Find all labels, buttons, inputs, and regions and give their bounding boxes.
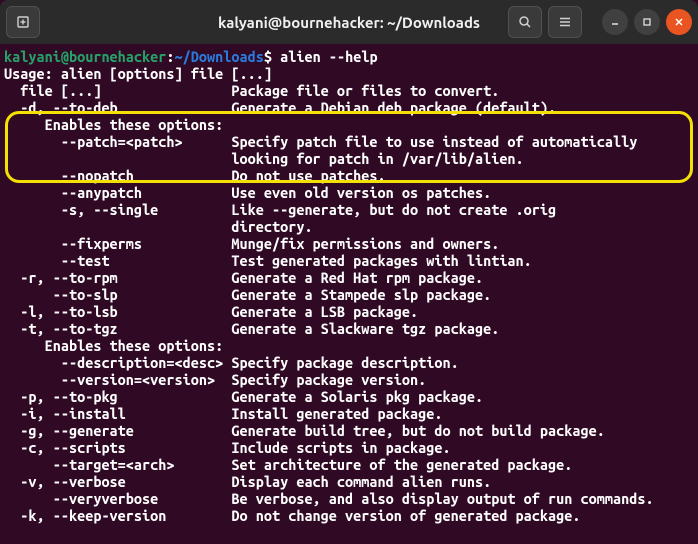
prompt-userhost: kalyani@bournehacker	[4, 48, 166, 65]
output-line: -i, --install Install generated package.	[4, 405, 694, 422]
output-line: --patch=<patch> Specify patch file to us…	[4, 133, 694, 150]
new-tab-icon	[16, 15, 30, 29]
prompt-sigil: $	[264, 48, 272, 65]
close-button[interactable]	[666, 9, 692, 35]
search-icon	[518, 15, 532, 29]
output-line: --fixperms Munge/fix permissions and own…	[4, 235, 694, 252]
output-line: --nopatch Do not use patches.	[4, 167, 694, 184]
output-line: --to-slp Generate a Stampede slp package…	[4, 286, 694, 303]
output-line: -p, --to-pkg Generate a Solaris pkg pack…	[4, 388, 694, 405]
output-line: --description=<desc> Specify package des…	[4, 354, 694, 371]
prompt-path: Downloads	[191, 48, 264, 65]
search-button[interactable]	[508, 6, 542, 38]
minimize-icon	[610, 17, 620, 27]
output-line: -l, --to-lsb Generate a LSB package.	[4, 303, 694, 320]
output-line: -r, --to-rpm Generate a Red Hat rpm pack…	[4, 269, 694, 286]
prompt-path-prefix: ~/	[175, 48, 191, 65]
output-line: -g, --generate Generate build tree, but …	[4, 422, 694, 439]
output-line: -s, --single Like --generate, but do not…	[4, 201, 694, 218]
maximize-button[interactable]	[634, 9, 660, 35]
command-text: alien --help	[272, 48, 378, 65]
prompt-sep: :	[166, 48, 174, 65]
output-line: Enables these options:	[4, 337, 694, 354]
close-icon	[674, 17, 684, 27]
hamburger-icon	[558, 15, 572, 29]
titlebar-right	[508, 6, 692, 38]
new-tab-button[interactable]	[6, 6, 40, 38]
output-line: -t, --to-tgz Generate a Slackware tgz pa…	[4, 320, 694, 337]
output-line: Enables these options:	[4, 116, 694, 133]
output-line: directory.	[4, 218, 694, 235]
output-line: --target=<arch> Set architecture of the …	[4, 456, 694, 473]
output-line: --veryverbose Be verbose, and also displ…	[4, 490, 694, 507]
maximize-icon	[642, 17, 652, 27]
output-line: -c, --scripts Include scripts in package…	[4, 439, 694, 456]
minimize-button[interactable]	[602, 9, 628, 35]
output-line: --version=<version> Specify package vers…	[4, 371, 694, 388]
prompt-line: kalyani@bournehacker:~/Downloads$ alien …	[4, 48, 694, 65]
terminal-body[interactable]: kalyani@bournehacker:~/Downloads$ alien …	[0, 44, 698, 524]
output-line: --test Test generated packages with lint…	[4, 252, 694, 269]
menu-button[interactable]	[548, 6, 582, 38]
output-line: file [...] Package file or files to conv…	[4, 82, 694, 99]
output-line: -d, --to-deb Generate a Debian deb packa…	[4, 99, 694, 116]
output-line: Usage: alien [options] file [...]	[4, 65, 694, 82]
output-line: --anypatch Use even old version os patch…	[4, 184, 694, 201]
output-line: -k, --keep-version Do not change version…	[4, 507, 694, 524]
output-line: -v, --verbose Display each command alien…	[4, 473, 694, 490]
output-line: looking for patch in /var/lib/alien.	[4, 150, 694, 167]
titlebar: kalyani@bournehacker: ~/Downloads	[0, 0, 698, 44]
